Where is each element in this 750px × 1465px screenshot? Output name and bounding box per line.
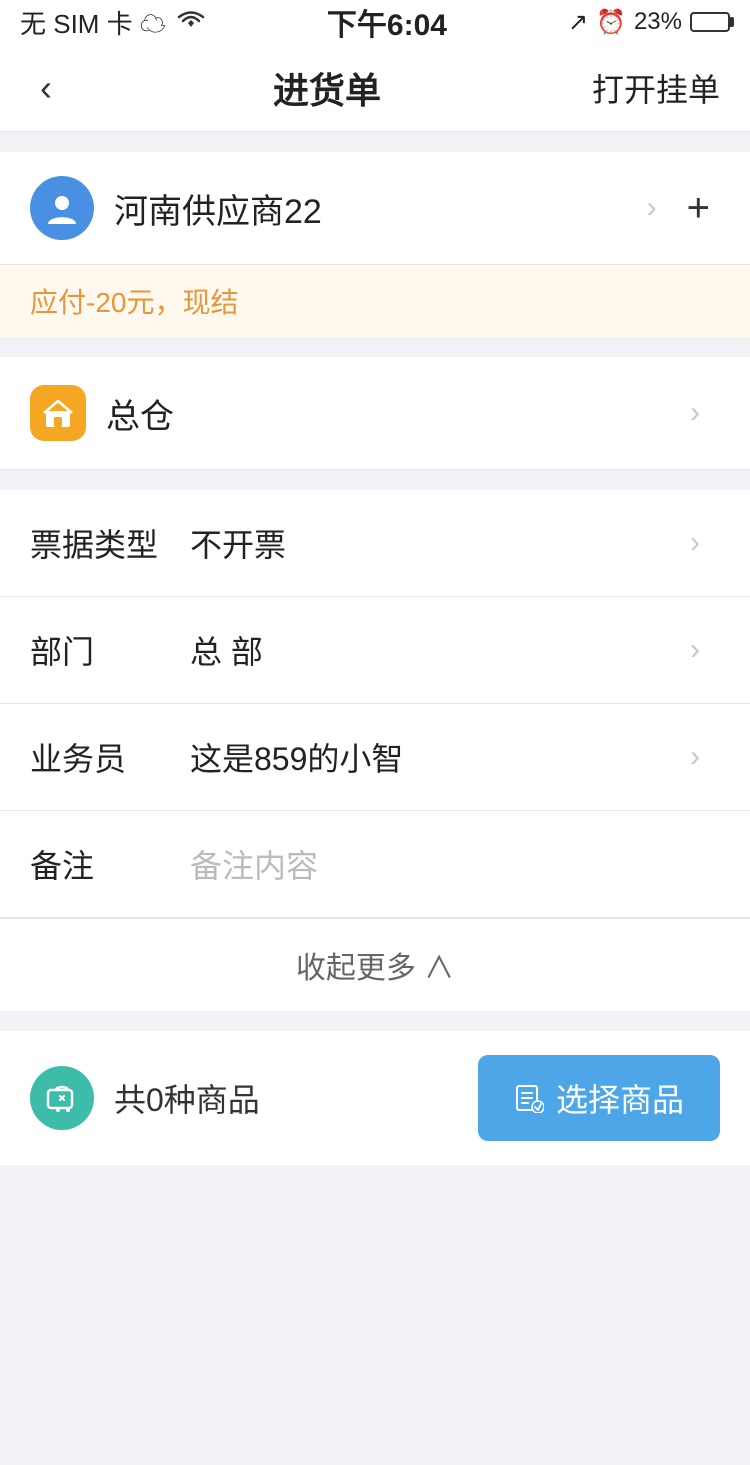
supplier-name: 河南供应商22	[114, 184, 647, 233]
supplier-chevron-icon: ›	[647, 191, 657, 225]
sim-status: 无 SIM 卡 ☁	[20, 4, 166, 41]
warehouse-card: 总仓 ›	[0, 357, 750, 470]
status-right: ↗ ⏰ 23%	[568, 8, 730, 37]
salesman-row[interactable]: 业务员 这是859的小智 ›	[0, 704, 750, 811]
back-button[interactable]: ‹	[30, 57, 62, 119]
supplier-card: 河南供应商22 › + 应付-20元，现结	[0, 152, 750, 337]
invoice-type-value: 不开票	[190, 520, 690, 566]
warehouse-row[interactable]: 总仓 ›	[0, 357, 750, 470]
remark-label: 备注	[30, 841, 170, 887]
department-value: 总 部	[190, 627, 690, 673]
section-gap-3	[0, 470, 750, 490]
invoice-type-label: 票据类型	[30, 520, 170, 566]
status-time: 下午6:04	[327, 0, 447, 44]
department-row[interactable]: 部门 总 部 ›	[0, 597, 750, 704]
salesman-chevron-icon: ›	[690, 740, 700, 774]
supplier-row[interactable]: 河南供应商22 › +	[0, 152, 750, 265]
status-bar: 无 SIM 卡 ☁ 下午6:04 ↗ ⏰ 23%	[0, 0, 750, 44]
cart-icon	[30, 1066, 94, 1130]
page-background	[0, 1165, 750, 1465]
warehouse-name: 总仓	[106, 389, 690, 438]
select-btn-label: 选择商品	[556, 1075, 684, 1121]
battery-icon	[690, 12, 730, 32]
location-icon: ↗	[568, 8, 588, 37]
warehouse-chevron-icon: ›	[690, 396, 700, 430]
invoice-type-row[interactable]: 票据类型 不开票 ›	[0, 490, 750, 597]
select-product-button[interactable]: 选择商品	[478, 1055, 720, 1141]
wifi-icon	[176, 7, 206, 38]
section-gap-1	[0, 132, 750, 152]
warehouse-icon	[30, 385, 86, 441]
collapse-label: 收起更多 ∧	[296, 943, 454, 987]
avatar	[30, 176, 94, 240]
department-label: 部门	[30, 627, 170, 673]
remark-input[interactable]: 备注内容	[190, 841, 720, 887]
status-left: 无 SIM 卡 ☁	[20, 4, 206, 41]
page-title: 进货单	[273, 62, 381, 114]
department-chevron-icon: ›	[690, 633, 700, 667]
alarm-icon: ⏰	[596, 8, 626, 37]
battery-percentage: 23%	[634, 8, 682, 36]
remark-row[interactable]: 备注 备注内容	[0, 811, 750, 918]
salesman-label: 业务员	[30, 734, 170, 780]
supplier-notice: 应付-20元，现结	[0, 265, 750, 337]
invoice-chevron-icon: ›	[690, 526, 700, 560]
open-pending-button[interactable]: 打开挂单	[592, 65, 720, 111]
nav-bar: ‹ 进货单 打开挂单	[0, 44, 750, 132]
bottom-bar: 共0种商品 选择商品	[0, 1031, 750, 1165]
add-supplier-button[interactable]: +	[677, 186, 720, 231]
form-card: 票据类型 不开票 › 部门 总 部 › 业务员 这是859的小智 › 备注 备注…	[0, 490, 750, 1011]
salesman-value: 这是859的小智	[190, 734, 690, 780]
product-count: 共0种商品	[114, 1075, 478, 1121]
collapse-button[interactable]: 收起更多 ∧	[0, 918, 750, 1011]
section-gap-2	[0, 337, 750, 357]
